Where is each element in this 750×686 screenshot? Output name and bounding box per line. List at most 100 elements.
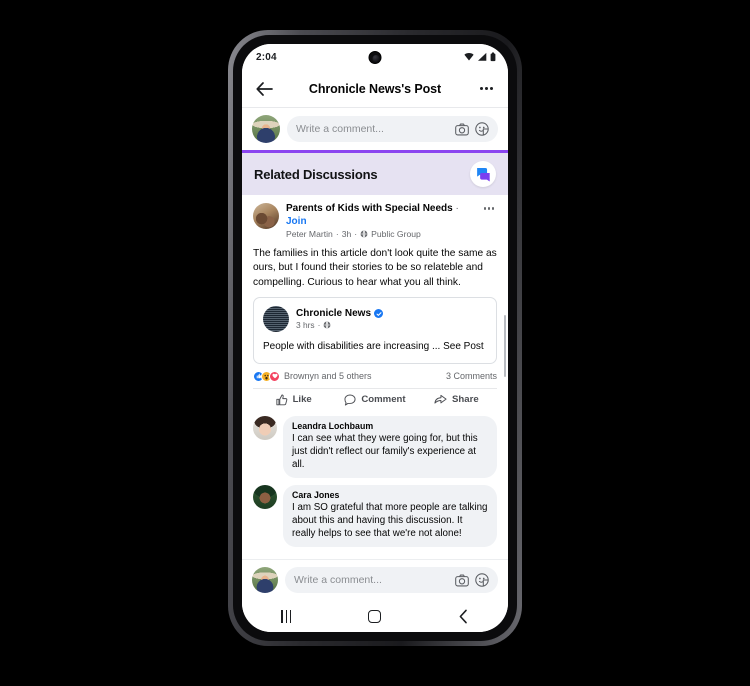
camera-icon[interactable] <box>455 574 469 587</box>
battery-icon <box>490 52 496 62</box>
bottom-comment-input[interactable]: Write a comment... <box>285 567 498 593</box>
related-discussions-badge[interactable] <box>470 161 496 187</box>
bottom-comment-placeholder: Write a comment... <box>294 574 382 586</box>
share-arrow-icon <box>434 394 447 404</box>
sticker-icon[interactable] <box>475 573 489 587</box>
current-user-avatar <box>252 115 280 143</box>
group-name[interactable]: Parents of Kids with Special Needs <box>286 203 453 214</box>
phone-frame: 2:04 Chronicle News's Post Write a comme… <box>228 30 522 646</box>
sticker-icon[interactable] <box>475 122 489 136</box>
comments-list: Leandra Lochbaum I can see what they wer… <box>242 412 508 555</box>
status-icon-group <box>464 52 496 62</box>
post-author[interactable]: Peter Martin <box>286 229 333 240</box>
app-bar-overflow-menu-button[interactable] <box>476 79 496 99</box>
like-button[interactable]: Like <box>253 394 334 406</box>
engagement-summary-row: Brownyn and 5 others 3 Comments <box>242 364 508 388</box>
verified-badge-icon <box>374 309 384 319</box>
back-button[interactable] <box>254 79 274 99</box>
post-action-bar: Like Comment Share <box>253 387 497 412</box>
like-button-label: Like <box>292 394 312 406</box>
page-title: Chronicle News's Post <box>308 81 442 96</box>
group-avatar[interactable] <box>253 203 279 229</box>
group-line: Parents of Kids with Special Needs · Joi… <box>286 203 474 228</box>
post-time: 3h <box>341 229 352 239</box>
cellular-signal-icon <box>478 52 487 61</box>
recent-apps-button[interactable] <box>266 600 306 632</box>
shared-meta-separator: · <box>317 320 321 331</box>
android-nav-bar <box>242 600 508 632</box>
share-button[interactable]: Share <box>416 394 497 406</box>
reaction-icon-pile <box>253 370 280 382</box>
commenter-name[interactable]: Cara Jones <box>292 490 488 500</box>
shared-post-header: Chronicle News 3 hrs · <box>254 298 496 337</box>
related-discussions-feed[interactable]: Parents of Kids with Special Needs · Joi… <box>242 195 508 559</box>
shared-page-name[interactable]: Chronicle News <box>296 308 371 319</box>
commenter-name[interactable]: Leandra Lochbaum <box>292 421 488 431</box>
top-comment-composer: Write a comment... <box>242 108 508 150</box>
shared-post-time: 3 hrs <box>296 320 315 331</box>
shared-post-text: People with disabilities are increasing … <box>254 337 496 363</box>
comment-bubble[interactable]: Leandra Lochbaum I can see what they wer… <box>283 415 497 478</box>
status-time: 2:04 <box>256 51 277 63</box>
camera-icon[interactable] <box>455 123 469 136</box>
thumbs-up-icon <box>275 394 287 405</box>
commenter-avatar[interactable] <box>253 415 277 440</box>
see-post-link[interactable]: See Post <box>443 341 484 352</box>
meta-separator-2: · <box>354 229 358 239</box>
recent-apps-icon <box>281 609 292 623</box>
feed-scrollbar[interactable] <box>504 315 506 377</box>
related-discussions-title: Related Discussions <box>254 166 378 182</box>
comment-item: Cara Jones I am SO grateful that more pe… <box>253 484 497 547</box>
bottom-comment-composer: Write a comment... <box>242 559 508 600</box>
commenter-avatar[interactable] <box>253 484 277 509</box>
chat-bubbles-icon <box>476 167 490 181</box>
back-nav-button[interactable] <box>444 600 484 632</box>
shared-post-headline: People with disabilities are increasing … <box>263 341 441 353</box>
home-icon <box>368 609 382 623</box>
comment-bubble-icon <box>344 394 356 406</box>
overflow-menu-icon <box>479 87 483 90</box>
post-header-text: Parents of Kids with Special Needs · Joi… <box>286 203 474 240</box>
top-comment-input[interactable]: Write a comment... <box>287 116 498 142</box>
phone-bezel: 2:04 Chronicle News's Post Write a comme… <box>233 35 517 641</box>
bottom-composer-icon-group <box>455 573 489 587</box>
wifi-icon <box>464 53 474 61</box>
front-camera-punchhole <box>368 51 382 64</box>
home-button[interactable] <box>355 600 395 632</box>
post-overflow-menu-button[interactable] <box>481 203 497 217</box>
globe-icon <box>360 230 368 239</box>
reaction-summary[interactable]: Brownyn and 5 others <box>253 370 372 382</box>
comments-count[interactable]: 3 Comments <box>446 371 497 381</box>
current-user-avatar <box>252 567 278 593</box>
post-meta-line: Peter Martin · 3h · Public Group <box>286 229 474 240</box>
post-header: Parents of Kids with Special Needs · Joi… <box>242 195 508 244</box>
shared-post-card[interactable]: Chronicle News 3 hrs · People with disab… <box>253 297 497 364</box>
comment-text: I can see what they were going for, but … <box>292 432 478 470</box>
status-bar: 2:04 <box>242 44 508 70</box>
love-reaction-icon <box>269 370 280 382</box>
overflow-menu-icon <box>483 207 487 210</box>
phone-screen: 2:04 Chronicle News's Post Write a comme… <box>242 44 508 632</box>
chronicle-news-avatar[interactable] <box>263 306 289 333</box>
shared-post-name-row: Chronicle News <box>296 308 384 319</box>
post-privacy-label: Public Group <box>371 229 421 239</box>
post-body-text: The families in this article don't look … <box>253 247 497 288</box>
comment-text: I am SO grateful that more people are ta… <box>292 501 488 539</box>
back-chevron-icon <box>459 609 467 623</box>
app-bar: Chronicle News's Post <box>242 70 508 108</box>
comment-button-label: Comment <box>361 394 406 406</box>
comment-item: Leandra Lochbaum I can see what they wer… <box>253 415 497 478</box>
join-group-link[interactable]: Join <box>286 216 307 227</box>
comment-button[interactable]: Comment <box>334 394 415 406</box>
group-separator: · <box>455 203 459 214</box>
shared-post-submeta: 3 hrs · <box>296 320 383 330</box>
related-discussions-header: Related Discussions <box>242 153 508 195</box>
reaction-summary-text: Brownyn and 5 others <box>284 371 372 382</box>
comment-bubble[interactable]: Cara Jones I am SO grateful that more pe… <box>283 484 497 547</box>
shared-post-meta: Chronicle News 3 hrs · <box>296 308 384 330</box>
top-composer-icon-group <box>455 122 489 136</box>
globe-icon <box>323 321 331 330</box>
top-comment-placeholder: Write a comment... <box>296 123 384 135</box>
back-arrow-icon <box>255 81 273 96</box>
share-button-label: Share <box>451 394 479 406</box>
